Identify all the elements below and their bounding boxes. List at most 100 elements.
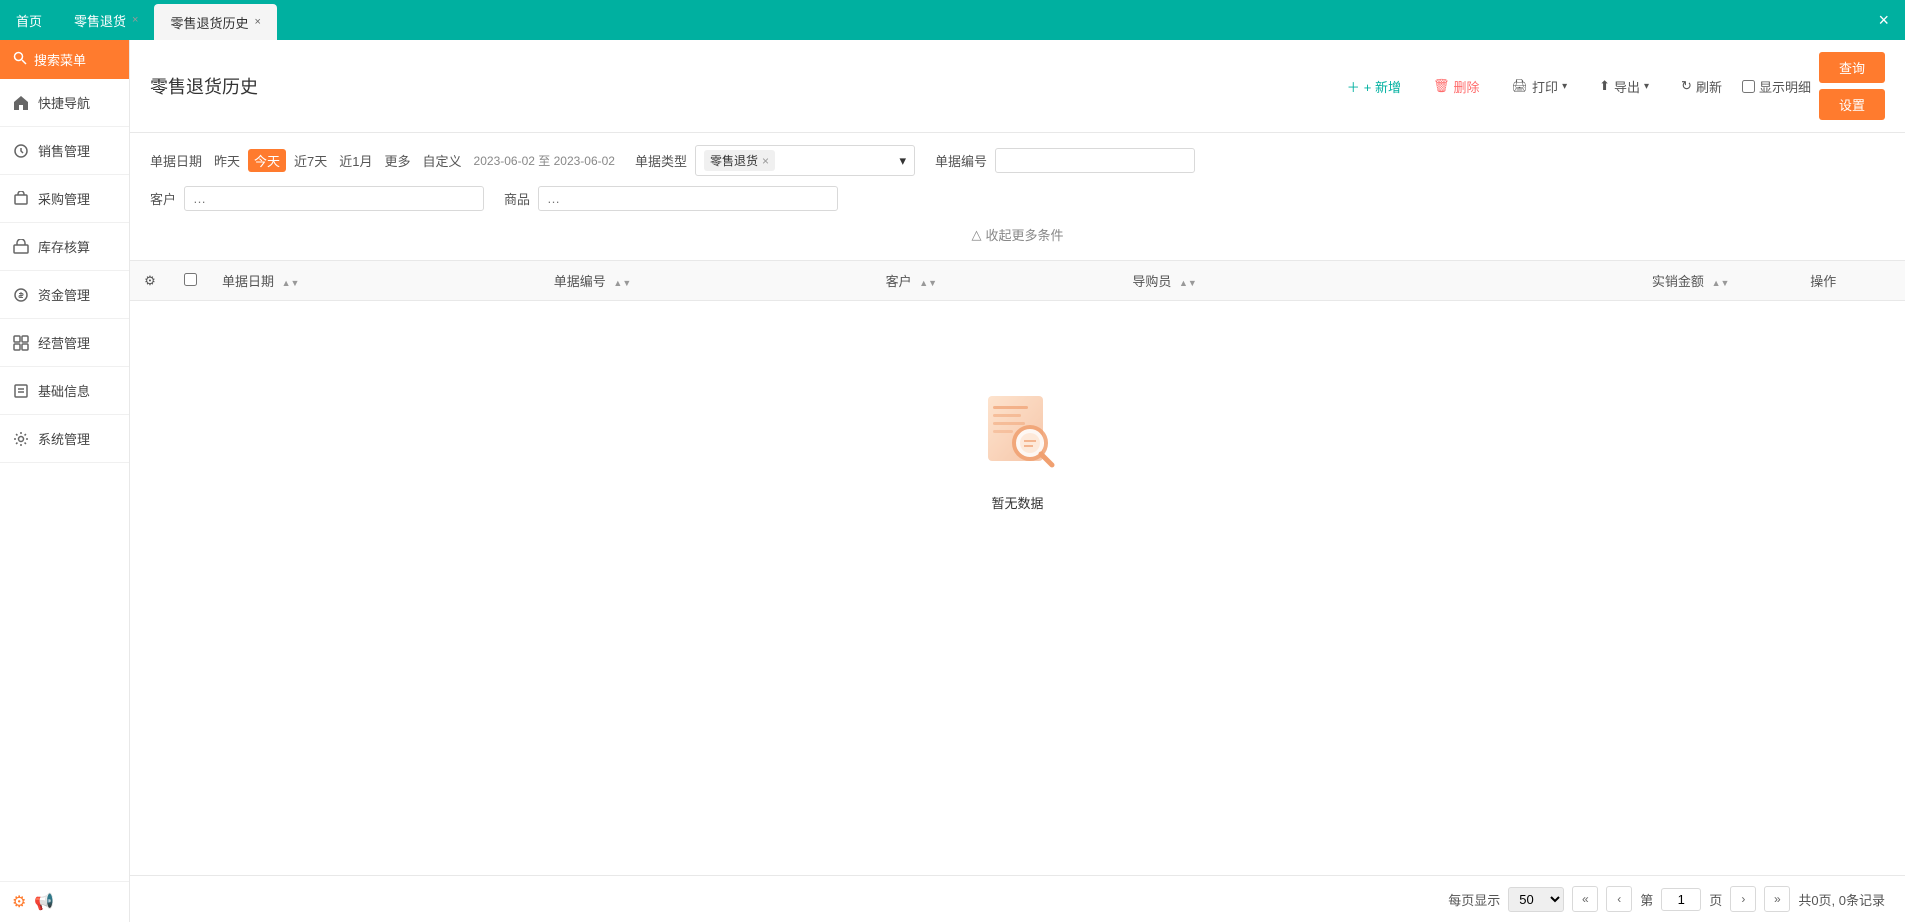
filter-area: 单据日期 昨天 今天 近7天 近1月 更多 自定义 2023-06-02 至 2…: [130, 133, 1905, 261]
settings-icon[interactable]: ⚙: [12, 892, 26, 912]
refresh-label: 刷新: [1696, 77, 1722, 96]
sidebar-item-label: 快捷导航: [38, 93, 90, 112]
export-icon: ⬆: [1599, 78, 1610, 94]
date-range-text: 2023-06-02 至 2023-06-02: [474, 152, 615, 169]
last-page-button[interactable]: »: [1764, 886, 1790, 912]
th-guide-label: 导购员: [1132, 274, 1171, 289]
th-doc-date[interactable]: 单据日期 ▲▼: [210, 261, 542, 301]
date-opt-today[interactable]: 今天: [248, 149, 286, 172]
doc-type-tag-text: 零售退货: [710, 152, 758, 169]
sort-arrows-doc-number: ▲▼: [613, 278, 631, 288]
filter-goods: 商品: [504, 186, 838, 211]
basic-info-icon: [12, 382, 30, 400]
th-doc-date-label: 单据日期: [222, 274, 274, 289]
sidebar: 搜索菜单 快捷导航 销售管理 采购管理 库存核算: [0, 40, 130, 922]
export-button[interactable]: ⬆ 导出: [1587, 71, 1661, 102]
doc-type-tag-close[interactable]: ×: [762, 154, 769, 168]
sidebar-item-sales-mgmt[interactable]: 销售管理: [0, 127, 129, 175]
per-page-select[interactable]: 50 20 100: [1508, 887, 1564, 912]
table-header-row: ⚙ 单据日期 ▲▼ 单据编号 ▲▼ 客户 ▲▼: [130, 261, 1905, 301]
delete-label: 删除: [1454, 77, 1480, 96]
add-button[interactable]: ＋ + 新增: [1335, 71, 1413, 102]
date-opt-1month[interactable]: 近1月: [335, 149, 376, 172]
sidebar-item-label: 基础信息: [38, 381, 90, 400]
date-opt-yesterday[interactable]: 昨天: [210, 149, 244, 172]
sidebar-item-label: 系统管理: [38, 429, 90, 448]
first-page-button[interactable]: «: [1572, 886, 1598, 912]
delete-icon: 🗑: [1433, 78, 1450, 94]
total-info: 共0页, 0条记录: [1798, 890, 1885, 909]
filter-doc-type: 单据类型 零售退货 × ▾: [635, 145, 915, 176]
date-opt-more[interactable]: 更多: [381, 149, 415, 172]
empty-illustration: [968, 381, 1068, 481]
tab-retail-return-history[interactable]: 零售退货历史 ×: [154, 4, 276, 40]
tab-retail-return-label: 零售退货: [74, 11, 126, 30]
window-close-button[interactable]: ×: [1862, 10, 1905, 31]
home-icon: [12, 94, 30, 112]
export-label: 导出: [1614, 77, 1640, 96]
date-opt-custom[interactable]: 自定义: [419, 149, 466, 172]
th-actions-label: 操作: [1810, 274, 1836, 289]
doc-type-select[interactable]: 零售退货 × ▾: [695, 145, 915, 176]
select-all-checkbox[interactable]: [184, 273, 197, 286]
doc-type-arrow: ▾: [899, 153, 906, 169]
query-button[interactable]: 查询: [1819, 52, 1885, 83]
sidebar-item-inventory[interactable]: 库存核算: [0, 223, 129, 271]
page-input[interactable]: [1661, 888, 1701, 911]
next-page-button[interactable]: ›: [1730, 886, 1756, 912]
sidebar-item-finance[interactable]: 资金管理: [0, 271, 129, 319]
table-area: ⚙ 单据日期 ▲▼ 单据编号 ▲▼ 客户 ▲▼: [130, 261, 1905, 875]
tab-retail-return-history-label: 零售退货历史: [170, 13, 248, 32]
sidebar-search[interactable]: 搜索菜单: [0, 40, 129, 79]
sidebar-item-system[interactable]: 系统管理: [0, 415, 129, 463]
th-doc-number-label: 单据编号: [554, 274, 606, 289]
collapse-filter-button[interactable]: △ 收起更多条件: [959, 221, 1075, 248]
tab-bar: 首页 零售退货 × 零售退货历史 ×: [0, 0, 1862, 40]
toolbar: ＋ + 新增 🗑 删除 🖨 打印 ⬆ 导出 ↻ 刷新: [1335, 52, 1885, 120]
show-detail-label: 显示明细: [1742, 77, 1811, 96]
delete-button[interactable]: 🗑 删除: [1421, 71, 1492, 102]
empty-state-row: 暂无数据: [130, 301, 1905, 593]
empty-state: 暂无数据: [130, 301, 1905, 592]
th-checkbox[interactable]: [170, 261, 210, 301]
page-label: 第: [1640, 890, 1653, 909]
collapse-label: 收起更多条件: [985, 225, 1063, 244]
sidebar-item-basic-info[interactable]: 基础信息: [0, 367, 129, 415]
filter-row-2: 客户 商品: [150, 186, 1885, 211]
sidebar-item-quick-nav[interactable]: 快捷导航: [0, 79, 129, 127]
doc-number-input[interactable]: [995, 148, 1195, 173]
sort-arrows-amount: ▲▼: [1712, 278, 1730, 288]
prev-page-button[interactable]: ‹: [1606, 886, 1632, 912]
show-detail-checkbox[interactable]: [1742, 80, 1755, 93]
data-table: ⚙ 单据日期 ▲▼ 单据编号 ▲▼ 客户 ▲▼: [130, 261, 1905, 592]
sidebar-item-purchase-mgmt[interactable]: 采购管理: [0, 175, 129, 223]
sort-arrows-guide: ▲▼: [1179, 278, 1197, 288]
th-settings[interactable]: ⚙: [130, 261, 170, 301]
filter-date: 单据日期 昨天 今天 近7天 近1月 更多 自定义 2023-06-02 至 2…: [150, 149, 615, 172]
th-guide[interactable]: 导购员 ▲▼: [1120, 261, 1409, 301]
th-customer[interactable]: 客户 ▲▼: [874, 261, 1121, 301]
tab-home[interactable]: 首页: [0, 0, 58, 40]
th-actual-amount[interactable]: 实销金额 ▲▼: [1410, 261, 1742, 301]
top-bar: 首页 零售退货 × 零售退货历史 × ×: [0, 0, 1905, 40]
print-button[interactable]: 🖨 打印: [1500, 71, 1580, 102]
content-area: 零售退货历史 ＋ + 新增 🗑 删除 🖨 打印 ⬆ 导出: [130, 40, 1905, 922]
tab-retail-return-close[interactable]: ×: [132, 14, 138, 26]
purchase-icon: [12, 190, 30, 208]
page-header: 零售退货历史 ＋ + 新增 🗑 删除 🖨 打印 ⬆ 导出: [130, 40, 1905, 133]
date-opt-7days[interactable]: 近7天: [290, 149, 331, 172]
customer-input[interactable]: [184, 186, 484, 211]
setting-button[interactable]: 设置: [1819, 89, 1885, 120]
tab-retail-return-history-close[interactable]: ×: [254, 16, 260, 28]
speaker-icon[interactable]: 📢: [34, 892, 54, 912]
th-doc-number[interactable]: 单据编号 ▲▼: [542, 261, 874, 301]
refresh-button[interactable]: ↻ 刷新: [1669, 71, 1734, 102]
main-layout: 搜索菜单 快捷导航 销售管理 采购管理 库存核算: [0, 40, 1905, 922]
sidebar-item-operations[interactable]: 经营管理: [0, 319, 129, 367]
doc-type-label: 单据类型: [635, 151, 687, 170]
print-label: 打印: [1532, 77, 1558, 96]
goods-input[interactable]: [538, 186, 838, 211]
sales-icon: [12, 142, 30, 160]
tab-retail-return[interactable]: 零售退货 ×: [58, 0, 154, 40]
sidebar-item-label: 采购管理: [38, 189, 90, 208]
